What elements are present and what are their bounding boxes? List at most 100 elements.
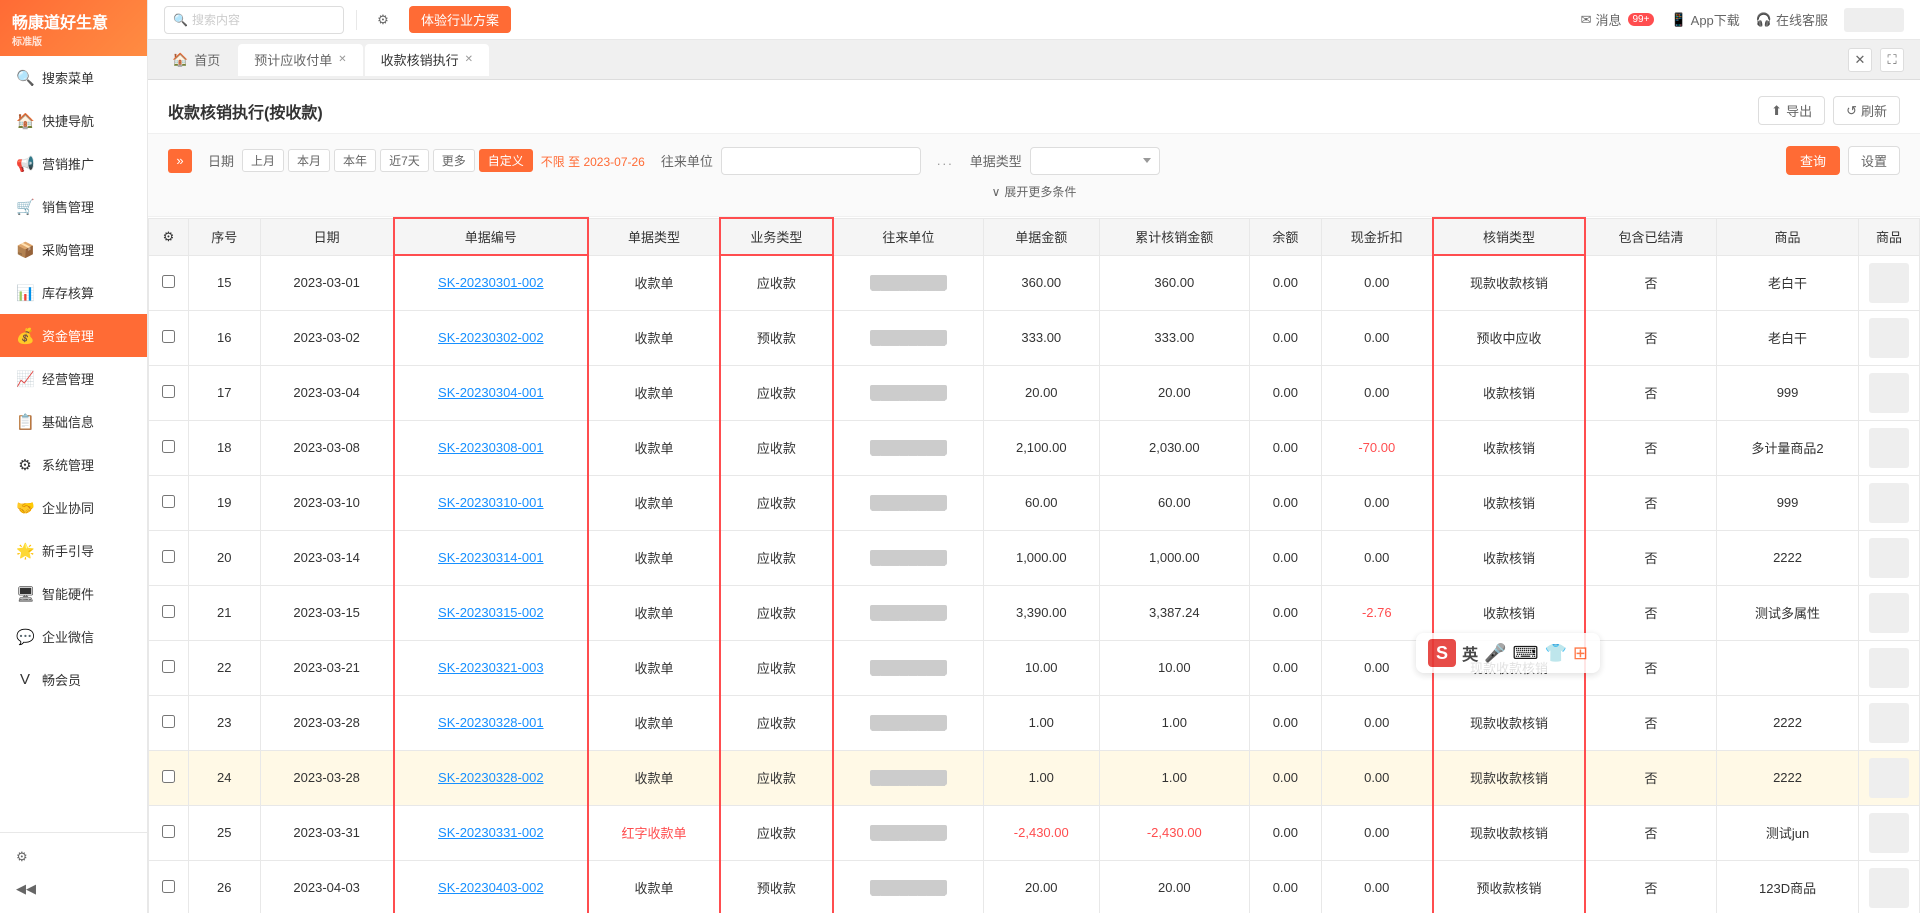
sidebar-item-label: 新手引导 xyxy=(42,541,94,560)
table-row[interactable]: 20 2023-03-14 SK-20230314-001 收款单 应收款 ██… xyxy=(149,530,1920,585)
settings-btn[interactable]: 设置 xyxy=(1848,146,1900,175)
tab-home[interactable]: 🏠 首页 xyxy=(156,44,236,76)
sidebar-item-system[interactable]: ⚙ 系统管理 xyxy=(0,443,147,486)
table-row[interactable]: 23 2023-03-28 SK-20230328-001 收款单 应收款 ██… xyxy=(149,695,1920,750)
sidebar-item-purchase[interactable]: 📦 采购管理 xyxy=(0,228,147,271)
filter-date-more[interactable]: 更多 xyxy=(433,149,475,172)
sidebar-item-operation[interactable]: 📈 经营管理 xyxy=(0,357,147,400)
cell-check[interactable] xyxy=(149,255,189,310)
export-btn[interactable]: ⬆ 导出 xyxy=(1758,96,1825,125)
sidebar-item-finance[interactable]: 💰 资金管理 xyxy=(0,314,147,357)
settings-icon[interactable]: ⚙ xyxy=(369,6,397,34)
filter-toggle-btn[interactable]: » xyxy=(168,149,192,173)
table-row[interactable]: 26 2023-04-03 SK-20230403-002 收款单 预收款 ██… xyxy=(149,860,1920,913)
row-checkbox[interactable] xyxy=(162,715,175,728)
row-checkbox[interactable] xyxy=(162,275,175,288)
sidebar-item-enterprise[interactable]: 🤝 企业协同 xyxy=(0,486,147,529)
col-voucher-no: 单据编号 xyxy=(394,218,588,255)
col-settings[interactable]: ⚙ xyxy=(149,218,189,255)
solution-btn[interactable]: 体验行业方案 xyxy=(409,6,511,33)
cell-check[interactable] xyxy=(149,420,189,475)
sidebar-item-marketing[interactable]: 📢 营销推广 xyxy=(0,142,147,185)
column-settings-icon[interactable]: ⚙ xyxy=(163,229,175,244)
topbar-search[interactable]: 🔍 搜索内容 xyxy=(164,6,344,34)
voucher-link[interactable]: SK-20230302-002 xyxy=(438,330,544,345)
voucher-link[interactable]: SK-20230314-001 xyxy=(438,550,544,565)
cell-check[interactable] xyxy=(149,475,189,530)
table-row[interactable]: 15 2023-03-01 SK-20230301-002 收款单 应收款 ██… xyxy=(149,255,1920,310)
cell-check[interactable] xyxy=(149,750,189,805)
table-row[interactable]: 19 2023-03-10 SK-20230310-001 收款单 应收款 ██… xyxy=(149,475,1920,530)
tab-collection[interactable]: 收款核销执行 ✕ xyxy=(365,44,489,76)
voucher-link[interactable]: SK-20230321-003 xyxy=(438,660,544,675)
counterpart-input[interactable] xyxy=(721,147,921,175)
voucher-link[interactable]: SK-20230304-001 xyxy=(438,385,544,400)
filter-date-this-year[interactable]: 本年 xyxy=(334,149,376,172)
row-checkbox[interactable] xyxy=(162,825,175,838)
tab-close-all[interactable]: ✕ xyxy=(1848,48,1872,72)
filter-date-custom[interactable]: 自定义 xyxy=(479,149,533,172)
voucher-link[interactable]: SK-20230301-002 xyxy=(438,275,544,290)
table-row[interactable]: 21 2023-03-15 SK-20230315-002 收款单 应收款 ██… xyxy=(149,585,1920,640)
row-checkbox[interactable] xyxy=(162,605,175,618)
cell-check[interactable] xyxy=(149,585,189,640)
table-row[interactable]: 16 2023-03-02 SK-20230302-002 收款单 预收款 ██… xyxy=(149,310,1920,365)
filter-date-7days[interactable]: 近7天 xyxy=(380,149,429,172)
row-checkbox[interactable] xyxy=(162,660,175,673)
table-row[interactable]: 22 2023-03-21 SK-20230321-003 收款单 应收款 ██… xyxy=(149,640,1920,695)
tab-expand[interactable]: ⛶ xyxy=(1880,48,1904,72)
cell-check[interactable] xyxy=(149,310,189,365)
row-checkbox[interactable] xyxy=(162,330,175,343)
sidebar-settings[interactable]: ⚙ xyxy=(0,841,147,873)
message-btn[interactable]: ✉ 消息 99+ xyxy=(1581,10,1655,29)
table-row[interactable]: 24 2023-03-28 SK-20230328-002 收款单 应收款 ██… xyxy=(149,750,1920,805)
voucher-link[interactable]: SK-20230328-001 xyxy=(438,715,544,730)
cell-check[interactable] xyxy=(149,530,189,585)
row-checkbox[interactable] xyxy=(162,495,175,508)
sidebar-item-sales[interactable]: 🛒 销售管理 xyxy=(0,185,147,228)
sidebar-item-member[interactable]: V 畅会员 xyxy=(0,658,147,701)
sidebar-item-search[interactable]: 🔍 搜索菜单 xyxy=(0,56,147,99)
voucher-link[interactable]: SK-20230310-001 xyxy=(438,495,544,510)
voucher-type-select[interactable] xyxy=(1030,147,1160,175)
table-row[interactable]: 17 2023-03-04 SK-20230304-001 收款单 应收款 ██… xyxy=(149,365,1920,420)
row-checkbox[interactable] xyxy=(162,770,175,783)
sidebar-item-hardware[interactable]: 🖥 智能硬件 xyxy=(0,572,147,615)
cell-check[interactable] xyxy=(149,805,189,860)
filter-date-this-month[interactable]: 本月 xyxy=(288,149,330,172)
sidebar-item-basic[interactable]: 📋 基础信息 xyxy=(0,400,147,443)
filter-more-btn[interactable]: ... xyxy=(937,153,954,168)
tab-close-prepay[interactable]: ✕ xyxy=(338,54,346,65)
sidebar-collapse[interactable]: ◀◀ xyxy=(0,873,147,905)
row-checkbox[interactable] xyxy=(162,880,175,893)
app-download-btn[interactable]: 📱 App下载 xyxy=(1670,10,1739,29)
sidebar-item-guide[interactable]: 🌟 新手引导 xyxy=(0,529,147,572)
row-checkbox[interactable] xyxy=(162,550,175,563)
voucher-link[interactable]: SK-20230315-002 xyxy=(438,605,544,620)
row-checkbox[interactable] xyxy=(162,440,175,453)
cell-check[interactable] xyxy=(149,695,189,750)
sidebar-item-shortcut[interactable]: 🏠 快捷导航 xyxy=(0,99,147,142)
cell-check[interactable] xyxy=(149,640,189,695)
online-service-btn[interactable]: 🎧 在线客服 xyxy=(1756,10,1828,29)
sidebar-item-inventory[interactable]: 📊 库存核算 xyxy=(0,271,147,314)
voucher-link[interactable]: SK-20230308-001 xyxy=(438,440,544,455)
voucher-link[interactable]: SK-20230403-002 xyxy=(438,880,544,895)
tab-close-collection[interactable]: ✕ xyxy=(465,54,473,65)
cell-product-img xyxy=(1859,860,1920,913)
table-row[interactable]: 18 2023-03-08 SK-20230308-001 收款单 应收款 ██… xyxy=(149,420,1920,475)
refresh-btn[interactable]: ↺ 刷新 xyxy=(1833,96,1900,125)
voucher-link[interactable]: SK-20230331-002 xyxy=(438,825,544,840)
cell-check[interactable] xyxy=(149,365,189,420)
tab-prepay[interactable]: 预计应收付单 ✕ xyxy=(238,44,362,76)
expand-btn[interactable]: ∨ 展开更多条件 xyxy=(992,183,1077,200)
mic-icon: 🎤 xyxy=(1484,643,1506,664)
sidebar-item-wechat[interactable]: 💬 企业微信 xyxy=(0,615,147,658)
query-btn[interactable]: 查询 xyxy=(1786,146,1840,175)
voucher-link[interactable]: SK-20230328-002 xyxy=(438,770,544,785)
filter-date-last-month[interactable]: 上月 xyxy=(242,149,284,172)
cell-offset-type: 预收中应收 xyxy=(1433,310,1585,365)
row-checkbox[interactable] xyxy=(162,385,175,398)
cell-check[interactable] xyxy=(149,860,189,913)
table-row[interactable]: 25 2023-03-31 SK-20230331-002 红字收款单 应收款 … xyxy=(149,805,1920,860)
